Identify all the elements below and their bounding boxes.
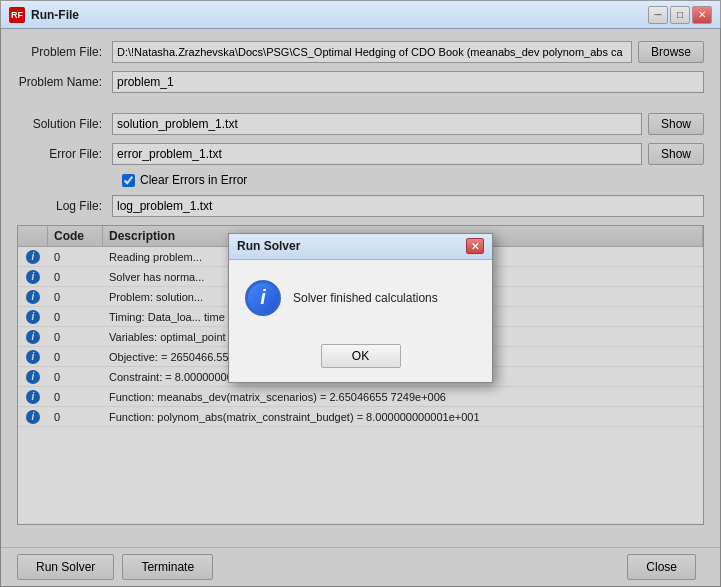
dialog-message: Solver finished calculations bbox=[293, 291, 438, 305]
minimize-button[interactable]: ─ bbox=[648, 6, 668, 24]
dialog-buttons: OK bbox=[229, 336, 492, 382]
window-icon: RF bbox=[9, 7, 25, 23]
dialog-title: Run Solver bbox=[237, 239, 466, 253]
dialog-info-icon: i bbox=[245, 280, 281, 316]
dialog-content: i Solver finished calculations bbox=[229, 260, 492, 336]
window-close-button[interactable]: ✕ bbox=[692, 6, 712, 24]
dialog-close-button[interactable]: ✕ bbox=[466, 238, 484, 254]
title-bar: RF Run-File ─ □ ✕ bbox=[1, 1, 720, 29]
dialog-overlay: Run Solver ✕ i Solver finished calculati… bbox=[0, 28, 721, 587]
window-title: Run-File bbox=[31, 8, 648, 22]
run-solver-dialog: Run Solver ✕ i Solver finished calculati… bbox=[228, 233, 493, 383]
ok-button[interactable]: OK bbox=[321, 344, 401, 368]
window-controls: ─ □ ✕ bbox=[648, 6, 712, 24]
maximize-button[interactable]: □ bbox=[670, 6, 690, 24]
dialog-title-bar: Run Solver ✕ bbox=[229, 234, 492, 260]
